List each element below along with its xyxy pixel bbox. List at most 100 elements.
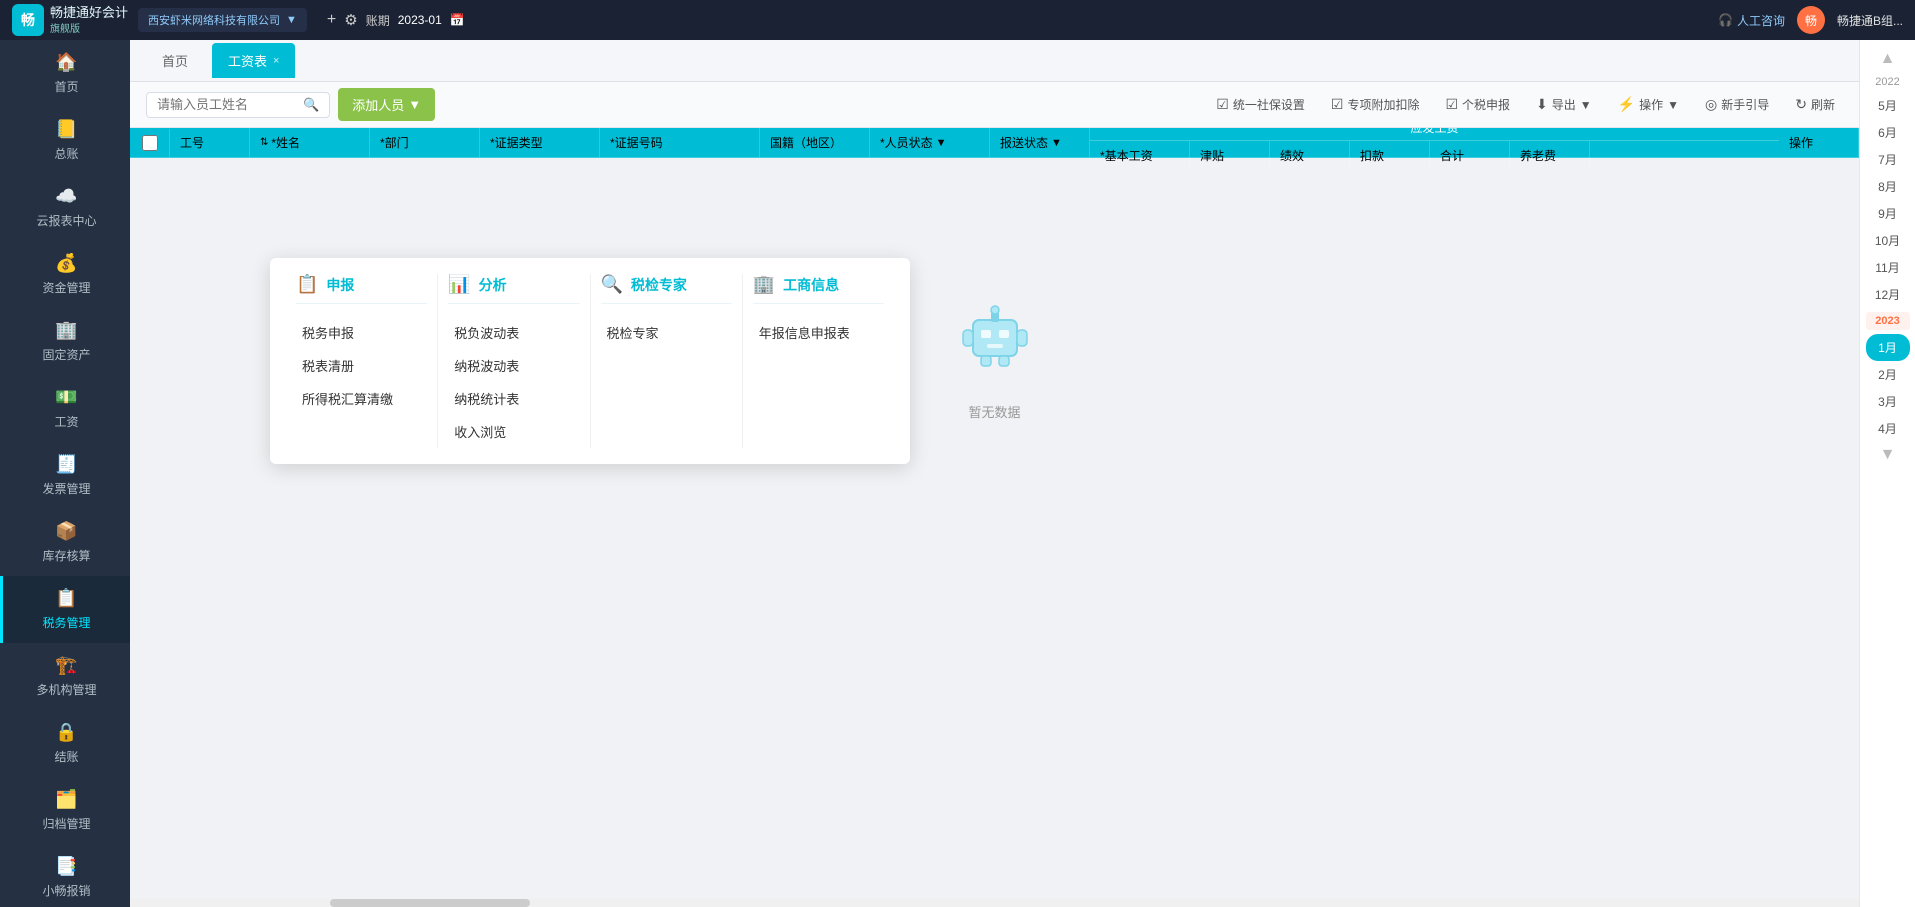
close-books-icon: 🔒: [55, 722, 77, 743]
horizontal-scrollbar[interactable]: [130, 899, 1859, 907]
select-all-checkbox[interactable]: [142, 135, 158, 151]
tab-home[interactable]: 首页: [146, 43, 204, 78]
export-btn[interactable]: ⬇ 导出 ▼: [1528, 92, 1600, 117]
user-name: 畅捷通B组...: [1837, 12, 1903, 29]
cal-month-9[interactable]: 9月: [1866, 200, 1910, 227]
th-name-label: *姓名: [271, 134, 300, 151]
calendar-up-nav[interactable]: ▲: [1876, 46, 1900, 72]
th-id-type: *证据类型: [480, 128, 600, 157]
cal-month-5[interactable]: 5月: [1866, 92, 1910, 119]
filter2-icon[interactable]: ▼: [1051, 137, 1062, 149]
th-person-status-label: *人员状态: [880, 134, 933, 151]
toolbar: 🔍 添加人员 ▼ ☑ 统一社保设置 ☑ 专项附加扣除 ☑ 个税申报: [130, 82, 1859, 128]
sidebar-item-multi[interactable]: 🏗️ 多机构管理: [0, 643, 130, 710]
sidebar-item-ledger[interactable]: 📒 总账: [0, 107, 130, 174]
th-report-status: 报送状态 ▼: [990, 128, 1090, 157]
th-region: 国籍（地区）: [760, 128, 870, 157]
refresh-label: 刷新: [1811, 96, 1835, 113]
guide-btn[interactable]: ◎ 新手引导: [1697, 92, 1777, 117]
checkbox-icon: ☑: [1216, 96, 1229, 113]
sidebar-item-fund[interactable]: 💰 资金管理: [0, 241, 130, 308]
sidebar-item-salary[interactable]: 💵 工资: [0, 375, 130, 442]
th-checkbox[interactable]: [130, 129, 170, 157]
cal-month-11[interactable]: 11月: [1866, 254, 1910, 281]
search-wrap: 🔍: [146, 92, 330, 118]
top-bar: 畅 畅捷通好会计 旗舰版 西安虾米网络科技有限公司 ▼ + ⚙ 账期 2023-…: [0, 0, 1915, 40]
sidebar-label-invoice: 发票管理: [42, 480, 90, 497]
calendar-down-nav[interactable]: ▼: [1876, 442, 1900, 468]
sidebar-label-ledger: 总账: [54, 145, 78, 162]
chevron-down-icon: ▼: [408, 97, 421, 112]
sidebar-label-salary: 工资: [54, 413, 78, 430]
invoice-icon: 🧾: [55, 454, 77, 475]
cal-month-2[interactable]: 2月: [1866, 361, 1910, 388]
cal-month-6[interactable]: 6月: [1866, 119, 1910, 146]
filter-icon[interactable]: ▼: [936, 137, 947, 149]
deduction-icon: ☑: [1331, 96, 1344, 113]
calendar-icon[interactable]: 📅: [450, 13, 465, 27]
gear-icon[interactable]: ⚙: [344, 11, 357, 29]
refresh-icon: ↻: [1795, 96, 1807, 113]
sidebar-label-archive: 归档管理: [42, 815, 90, 832]
customer-service-btn[interactable]: 🎧 人工咨询: [1718, 12, 1785, 29]
tab-salary[interactable]: 工资表 ×: [212, 43, 295, 78]
menu-item-tax-expert[interactable]: 税检专家: [601, 316, 732, 349]
menu-item-tax-declaration[interactable]: 税务申报: [296, 316, 427, 349]
th-id-type-label: *证据类型: [490, 134, 543, 151]
menu-item-tax-burden[interactable]: 税负波动表: [448, 316, 579, 349]
dropdown-header-business: 🏢 工商信息: [753, 274, 884, 304]
sidebar-item-cloud[interactable]: ☁️ 云报表中心: [0, 174, 130, 241]
chevron-down-icon: ▼: [286, 14, 297, 26]
sidebar-item-archive[interactable]: 🗂️ 归档管理: [0, 777, 130, 844]
cal-month-3[interactable]: 3月: [1866, 388, 1910, 415]
sidebar-label-tax: 税务管理: [42, 614, 90, 631]
cal-month-1[interactable]: 1月: [1866, 334, 1910, 361]
fund-icon: 💰: [55, 253, 77, 274]
plus-icon[interactable]: +: [327, 11, 336, 29]
add-person-button[interactable]: 添加人员 ▼: [338, 88, 435, 121]
special-deduction-btn[interactable]: ☑ 专项附加扣除: [1323, 92, 1428, 117]
sidebar-item-home[interactable]: 🏠 首页: [0, 40, 130, 107]
sidebar-label-home: 首页: [54, 78, 78, 95]
th-no: 工号: [170, 128, 250, 157]
social-insurance-btn[interactable]: ☑ 统一社保设置: [1208, 92, 1313, 117]
cal-month-10[interactable]: 10月: [1866, 227, 1910, 254]
guide-circle-icon: ◎: [1705, 96, 1717, 113]
sort-icon[interactable]: ⇅: [260, 137, 268, 148]
tax-report-icon: ☑: [1445, 96, 1458, 113]
cal-month-4[interactable]: 4月: [1866, 415, 1910, 442]
period-label: 账期: [366, 12, 390, 29]
menu-item-annual-report[interactable]: 年报信息申报表: [753, 316, 884, 349]
menu-item-tax-wave[interactable]: 纳税波动表: [448, 349, 579, 382]
table-header: 工号 ⇅ *姓名 *部门 *证据类型 *证据号码: [130, 128, 1859, 158]
analysis-icon: 📊: [448, 274, 470, 295]
menu-item-income-tax-settle[interactable]: 所得税汇算清缴: [296, 382, 427, 415]
scrollbar-thumb[interactable]: [330, 899, 530, 907]
sidebar-label-cloud: 云报表中心: [36, 212, 96, 229]
refresh-btn[interactable]: ↻ 刷新: [1787, 92, 1843, 117]
sidebar-item-tax[interactable]: 📋 税务管理: [0, 576, 130, 643]
sidebar-item-asset[interactable]: 🏢 固定资产: [0, 308, 130, 375]
sidebar-item-report[interactable]: 📑 小畅报销: [0, 844, 130, 907]
sidebar-item-close[interactable]: 🔒 结账: [0, 710, 130, 777]
company-selector[interactable]: 西安虾米网络科技有限公司 ▼: [138, 8, 307, 32]
sidebar-item-invoice[interactable]: 🧾 发票管理: [0, 442, 130, 509]
search-input[interactable]: [157, 97, 297, 112]
cal-month-7[interactable]: 7月: [1866, 146, 1910, 173]
declaration-icon: 📋: [296, 274, 318, 295]
dropdown-col-analysis: 📊 分析 税负波动表 纳税波动表 纳税统计表 收入浏览: [438, 274, 590, 448]
cal-month-12[interactable]: 12月: [1866, 281, 1910, 308]
menu-item-tax-stats[interactable]: 纳税统计表: [448, 382, 579, 415]
menu-item-income-browse[interactable]: 收入浏览: [448, 415, 579, 448]
tab-home-label: 首页: [162, 54, 188, 69]
analysis-label: 分析: [479, 275, 507, 295]
th-no-label: 工号: [180, 134, 204, 151]
cal-month-8[interactable]: 8月: [1866, 173, 1910, 200]
business-label: 工商信息: [783, 275, 839, 295]
menu-item-tax-table[interactable]: 税表清册: [296, 349, 427, 382]
sidebar-item-inventory[interactable]: 📦 库存核算: [0, 509, 130, 576]
personal-tax-btn[interactable]: ☑ 个税申报: [1437, 92, 1518, 117]
tab-close-icon[interactable]: ×: [273, 55, 279, 67]
operation-btn[interactable]: ⚡ 操作 ▼: [1610, 92, 1687, 117]
sidebar-label-fund: 资金管理: [42, 279, 90, 296]
